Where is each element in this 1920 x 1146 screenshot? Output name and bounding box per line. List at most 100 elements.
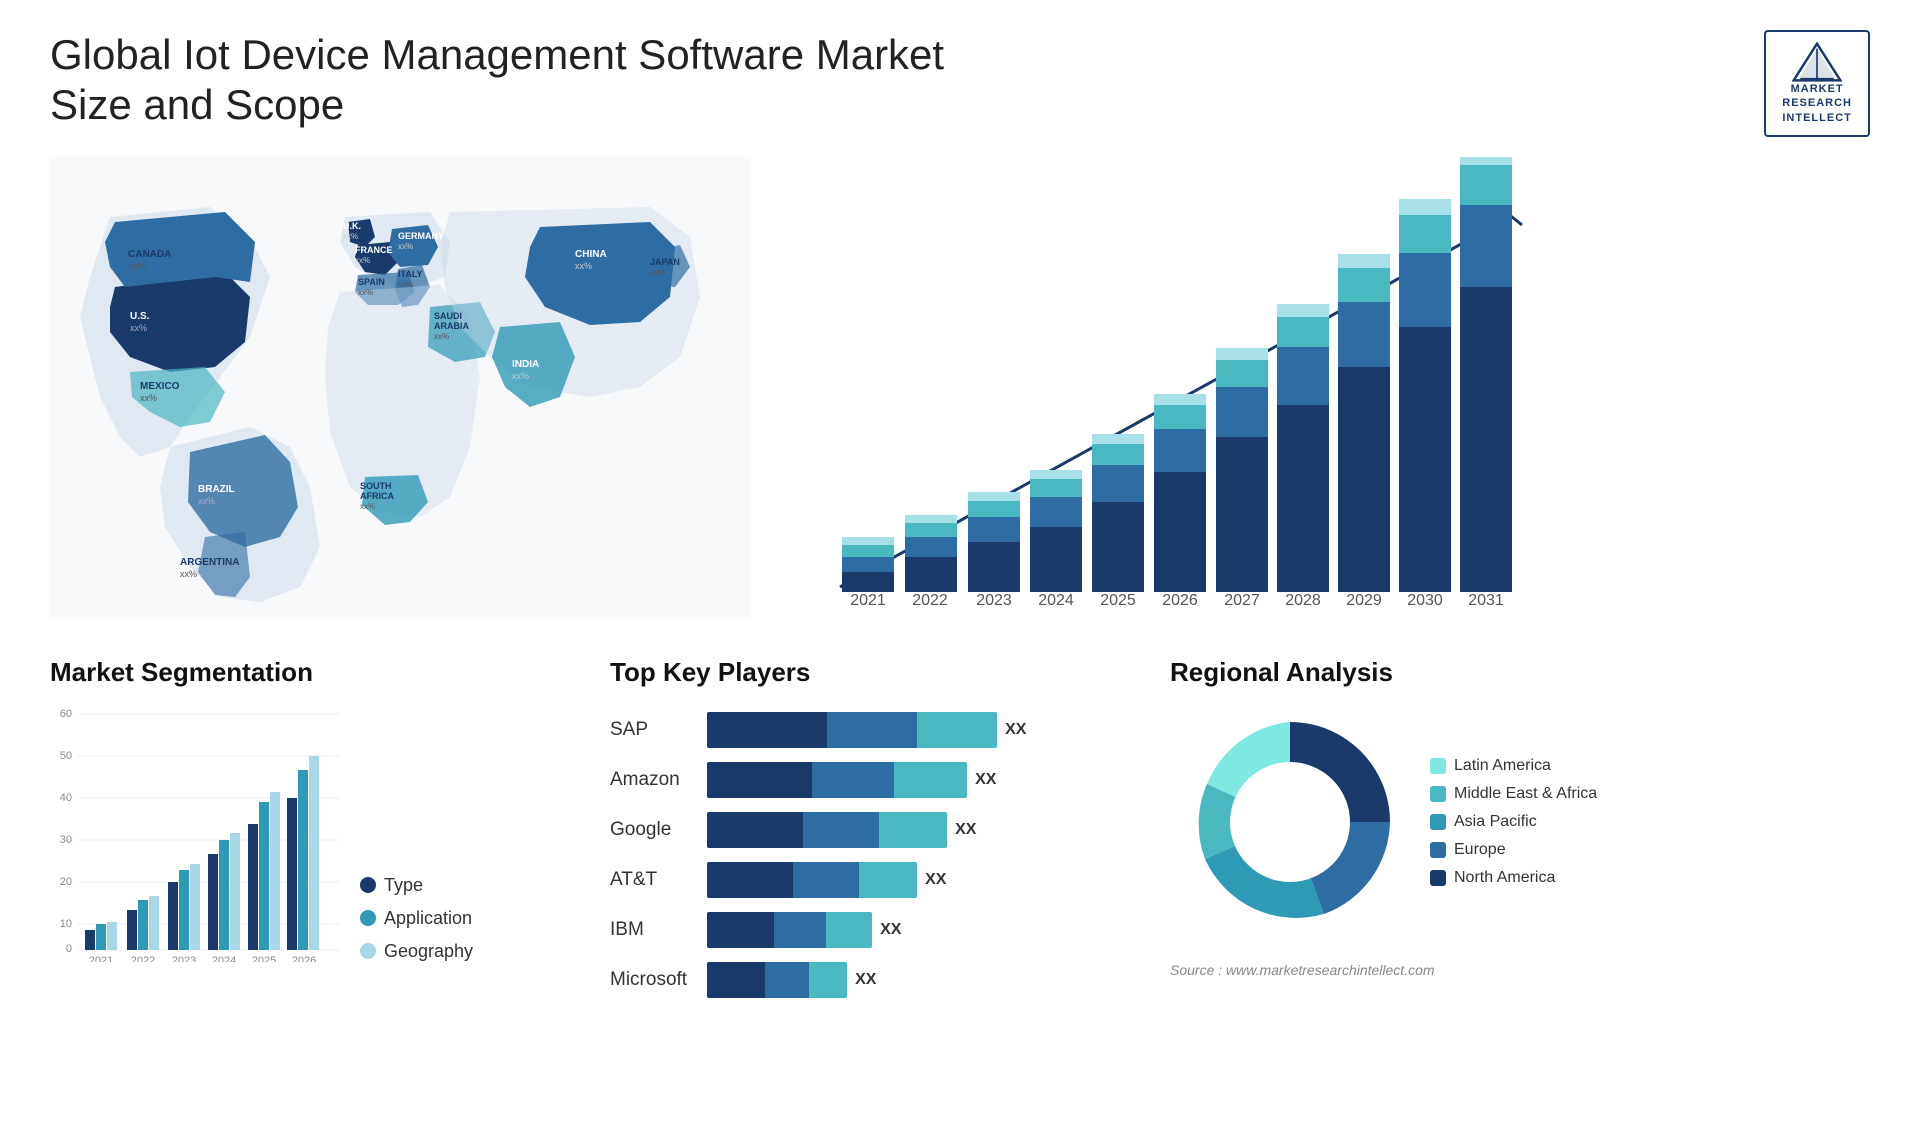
svg-text:2025: 2025 (1100, 592, 1136, 609)
svg-text:xx%: xx% (140, 393, 157, 403)
world-map: CANADA xx% U.S. xx% MEXICO xx% BRAZIL xx… (50, 157, 750, 617)
svg-text:ITALY: ITALY (398, 269, 423, 279)
bar-chart: XX XX XX XX XX XX XX XX XX XX XX (780, 157, 1540, 617)
segmentation-legend: Type Application Geography (350, 875, 566, 962)
player-bar-google: XX (707, 812, 1150, 848)
player-amazon: Amazon (610, 762, 687, 798)
donut-wrapper: Latin America Middle East & Africa Asia … (1170, 702, 1870, 942)
logo: MARKET RESEARCH INTELLECT (1764, 30, 1870, 137)
svg-text:xx%: xx% (130, 323, 147, 333)
middle-east-africa-color (1430, 786, 1446, 802)
svg-text:xx%: xx% (398, 280, 413, 289)
legend-europe: Europe (1430, 841, 1597, 859)
player-google: Google (610, 812, 687, 848)
legend-asia-pacific: Asia Pacific (1430, 813, 1597, 831)
svg-text:xx%: xx% (355, 256, 370, 265)
logo-text: MARKET RESEARCH INTELLECT (1782, 82, 1852, 125)
svg-text:2022: 2022 (912, 592, 948, 609)
legend-north-america: North America (1430, 869, 1597, 887)
player-sap: SAP (610, 712, 687, 748)
players-title: Top Key Players (610, 657, 1150, 688)
geography-dot (360, 943, 376, 959)
svg-text:2026: 2026 (292, 955, 316, 962)
svg-text:2021: 2021 (850, 592, 886, 609)
latin-america-color (1430, 758, 1446, 774)
header: Global Iot Device Management Software Ma… (50, 30, 1870, 137)
segmentation-chart: 60 50 40 30 20 10 0 (50, 702, 350, 962)
svg-text:FRANCE: FRANCE (355, 245, 393, 255)
svg-text:xx%: xx% (434, 332, 449, 341)
svg-text:xx%: xx% (360, 502, 375, 511)
logo-icon (1792, 42, 1842, 82)
svg-text:xx%: xx% (180, 569, 197, 579)
svg-text:xx%: xx% (198, 496, 215, 506)
svg-text:2024: 2024 (212, 955, 236, 962)
page-title: Global Iot Device Management Software Ma… (50, 30, 950, 131)
svg-text:0: 0 (66, 943, 72, 955)
europe-color (1430, 842, 1446, 858)
svg-text:SOUTH: SOUTH (360, 481, 392, 491)
regional-section: Regional Analysis (1170, 657, 1870, 1037)
svg-text:xx%: xx% (575, 261, 592, 271)
application-dot (360, 910, 376, 926)
svg-text:MEXICO: MEXICO (140, 381, 180, 392)
svg-text:2031: 2031 (1468, 592, 1504, 609)
north-america-color (1430, 870, 1446, 886)
source-text: Source : www.marketresearchintellect.com (1170, 962, 1870, 978)
svg-text:40: 40 (60, 792, 72, 804)
svg-text:ARABIA: ARABIA (434, 321, 469, 331)
svg-text:2027: 2027 (1224, 592, 1260, 609)
svg-text:U.S.: U.S. (130, 311, 150, 322)
svg-text:U.K.: U.K. (343, 221, 361, 231)
players-container: SAP Amazon Google AT&T IBM Microsoft X (610, 702, 1150, 998)
svg-text:CHINA: CHINA (575, 249, 607, 260)
svg-text:2022: 2022 (131, 955, 155, 962)
donut-chart (1170, 702, 1410, 942)
svg-text:2028: 2028 (1285, 592, 1321, 609)
player-bar-sap: XX (707, 712, 1150, 748)
players-names: SAP Amazon Google AT&T IBM Microsoft (610, 702, 687, 998)
svg-text:CANADA: CANADA (128, 249, 171, 260)
map-section: CANADA xx% U.S. xx% MEXICO xx% BRAZIL xx… (50, 157, 750, 657)
svg-text:JAPAN: JAPAN (650, 257, 680, 267)
legend-geography: Geography (360, 941, 566, 962)
legend-latin-america: Latin America (1430, 757, 1597, 775)
segmentation-section: Market Segmentation 60 50 40 30 20 10 0 (50, 657, 590, 1037)
player-bar-microsoft: XX (707, 962, 1150, 998)
svg-text:SPAIN: SPAIN (358, 277, 385, 287)
players-bars-container: XX XX (707, 702, 1150, 998)
svg-text:xx%: xx% (343, 232, 358, 241)
asia-pacific-color (1430, 814, 1446, 830)
svg-text:2023: 2023 (172, 955, 196, 962)
svg-text:xx%: xx% (358, 288, 373, 297)
svg-text:20: 20 (60, 876, 72, 888)
svg-text:GERMANY: GERMANY (398, 231, 444, 241)
legend-application: Application (360, 908, 566, 929)
player-bar-att: XX (707, 862, 1150, 898)
svg-text:xx%: xx% (129, 261, 146, 271)
regional-title: Regional Analysis (1170, 657, 1870, 688)
svg-text:30: 30 (60, 834, 72, 846)
player-bar-ibm: XX (707, 912, 1150, 948)
svg-text:ARGENTINA: ARGENTINA (180, 557, 239, 568)
svg-text:2023: 2023 (976, 592, 1012, 609)
svg-text:2029: 2029 (1346, 592, 1382, 609)
svg-text:SAUDI: SAUDI (434, 311, 462, 321)
player-bar-amazon: XX (707, 762, 1150, 798)
svg-text:60: 60 (60, 708, 72, 720)
growth-chart-section: XX XX XX XX XX XX XX XX XX XX XX (780, 157, 1870, 657)
svg-text:xx%: xx% (650, 268, 665, 277)
svg-text:50: 50 (60, 750, 72, 762)
svg-text:AFRICA: AFRICA (360, 491, 394, 501)
player-microsoft: Microsoft (610, 962, 687, 998)
svg-text:INDIA: INDIA (512, 359, 539, 370)
type-dot (360, 877, 376, 893)
svg-text:2025: 2025 (252, 955, 276, 962)
svg-text:xx%: xx% (398, 242, 413, 251)
svg-text:2026: 2026 (1162, 592, 1198, 609)
svg-text:BRAZIL: BRAZIL (198, 484, 235, 495)
svg-text:2024: 2024 (1038, 592, 1074, 609)
svg-text:10: 10 (60, 918, 72, 930)
player-att: AT&T (610, 862, 687, 898)
player-ibm: IBM (610, 912, 687, 948)
